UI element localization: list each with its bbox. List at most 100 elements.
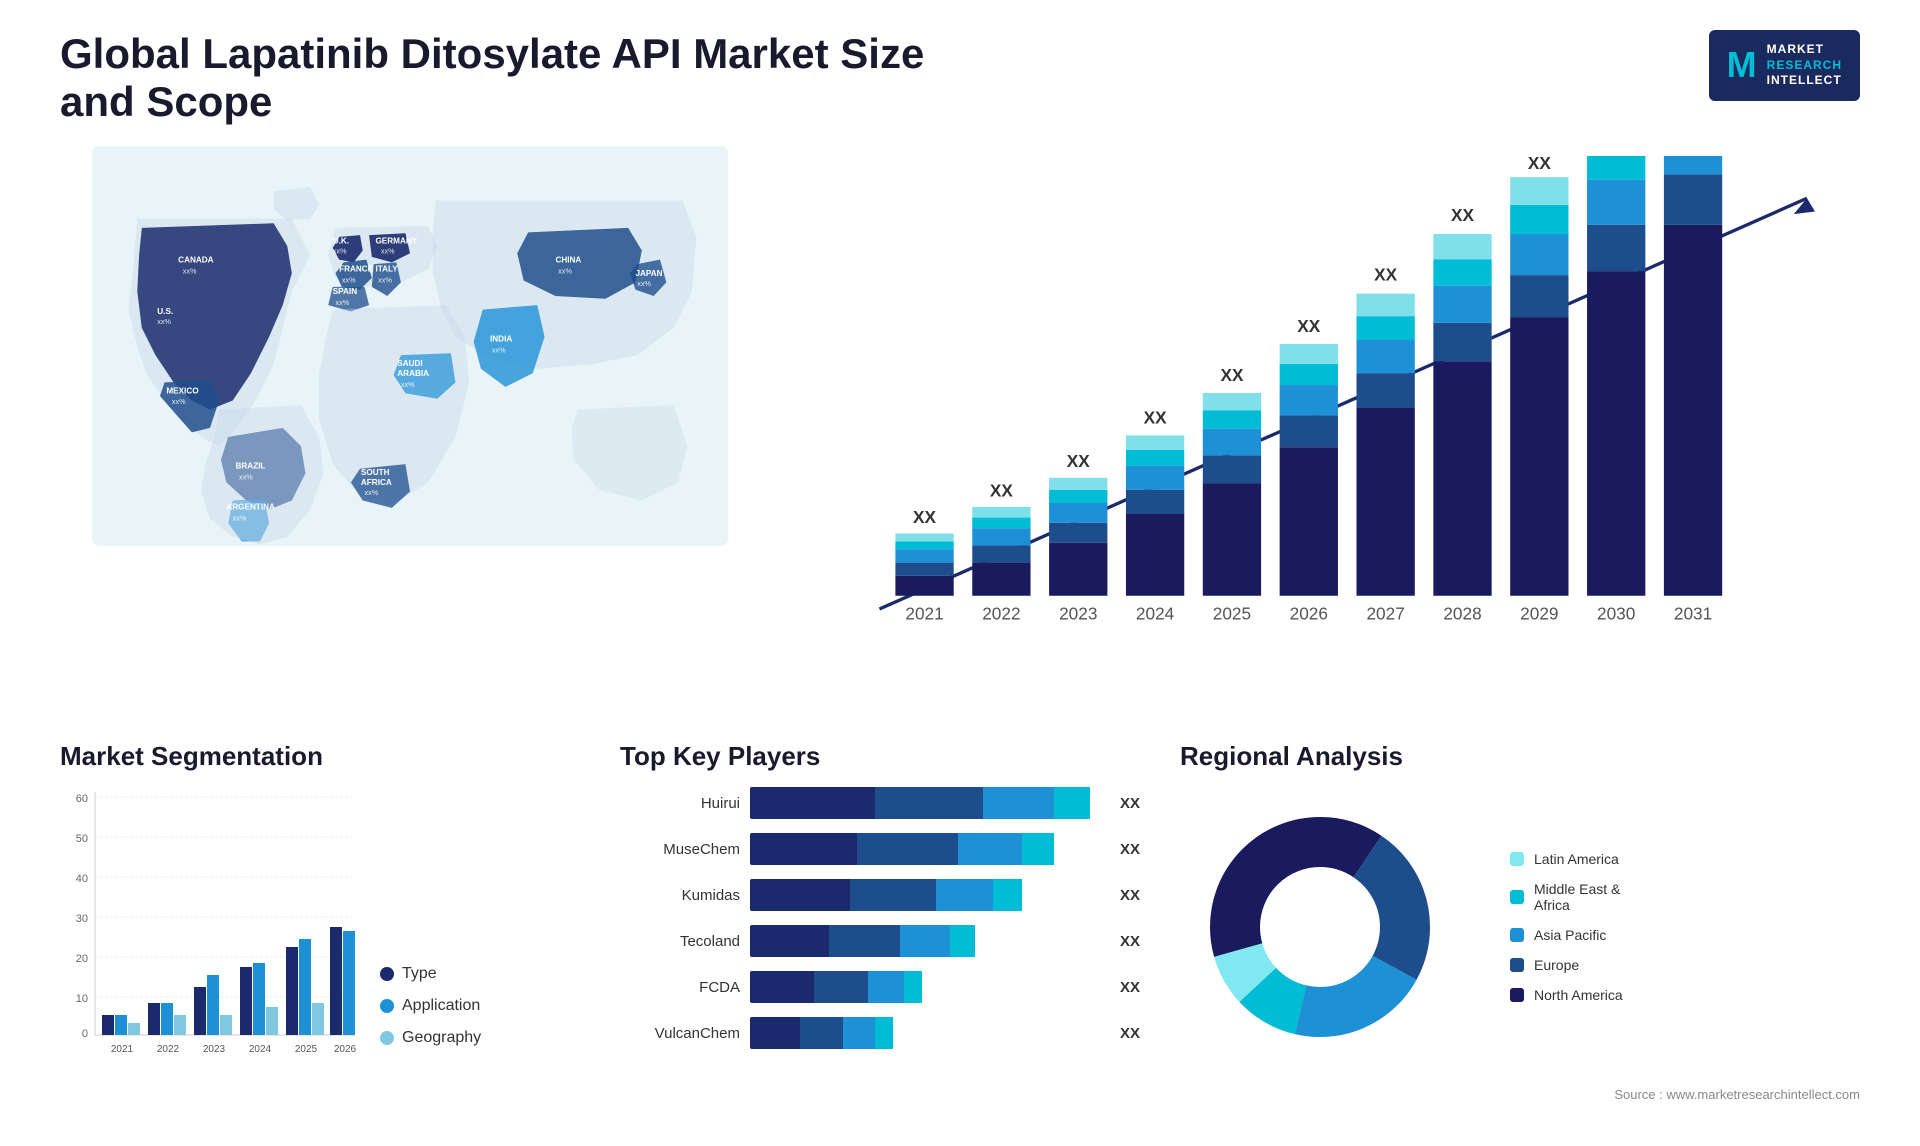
player-name: Tecoland — [620, 933, 740, 950]
svg-text:CHINA: CHINA — [555, 255, 581, 264]
player-value: XX — [1120, 979, 1140, 996]
bottom-row: Market Segmentation 60 50 40 30 20 10 0 — [60, 741, 1860, 1102]
regional-content: Latin America Middle East &Africa Asia P… — [1180, 787, 1860, 1067]
player-name: MuseChem — [620, 841, 740, 858]
player-bar-segment — [843, 1017, 875, 1049]
player-bar-segment — [829, 925, 901, 957]
svg-text:2029: 2029 — [1520, 604, 1558, 624]
svg-text:SAUDI: SAUDI — [397, 359, 422, 368]
svg-text:XX: XX — [1144, 408, 1167, 428]
player-bar-segment — [750, 833, 857, 865]
player-bar-segment — [993, 879, 1022, 911]
svg-text:XX: XX — [1374, 264, 1397, 284]
seg-chart-svg: 60 50 40 30 20 10 0 — [60, 787, 360, 1067]
player-bar-segment — [900, 925, 950, 957]
player-bar — [750, 925, 1102, 957]
svg-text:XX: XX — [1067, 451, 1090, 471]
player-bar-segment — [857, 833, 957, 865]
map-section: CANADA xx% U.S. xx% MEXICO xx% BRAZIL xx… — [60, 146, 760, 566]
svg-text:MEXICO: MEXICO — [166, 386, 199, 395]
svg-text:XX: XX — [1297, 316, 1320, 336]
player-bar — [750, 879, 1102, 911]
svg-text:2028: 2028 — [1443, 604, 1481, 624]
svg-text:SOUTH: SOUTH — [361, 468, 390, 477]
seg-chart: 60 50 40 30 20 10 0 — [60, 787, 360, 1067]
type-label: Type — [402, 965, 437, 983]
player-bar-segment — [875, 787, 982, 819]
player-row: MuseChem XX — [620, 833, 1140, 865]
regional-section: Regional Analysis — [1180, 741, 1860, 1102]
player-bar-segment — [750, 1017, 800, 1049]
player-value: XX — [1120, 795, 1140, 812]
svg-text:ITALY: ITALY — [375, 264, 398, 273]
svg-text:2021: 2021 — [111, 1044, 134, 1055]
player-bar — [750, 833, 1102, 865]
player-value: XX — [1120, 841, 1140, 858]
player-row: HuiruiXX — [620, 787, 1140, 819]
svg-text:2023: 2023 — [203, 1044, 226, 1055]
svg-text:60: 60 — [76, 793, 88, 805]
svg-text:GERMANY: GERMANY — [375, 236, 417, 245]
legend-mea: Middle East &Africa — [1510, 881, 1623, 913]
page-container: Global Lapatinib Ditosylate API Market S… — [0, 0, 1920, 1146]
svg-text:2024: 2024 — [249, 1044, 272, 1055]
player-value: XX — [1120, 887, 1140, 904]
svg-text:2031: 2031 — [1674, 604, 1712, 624]
segmentation-title: Market Segmentation — [60, 741, 580, 772]
player-row: FCDA XX — [620, 971, 1140, 1003]
legend-apac: Asia Pacific — [1510, 927, 1623, 943]
player-name: VulcanChem — [620, 1025, 740, 1042]
apac-label: Asia Pacific — [1534, 927, 1606, 943]
donut-svg — [1180, 787, 1460, 1067]
player-bar-segment — [958, 833, 1022, 865]
svg-text:U.K.: U.K. — [333, 236, 349, 245]
svg-text:xx%: xx% — [381, 246, 395, 255]
svg-text:xx%: xx% — [333, 246, 347, 255]
player-bar-segment — [850, 879, 936, 911]
legend-geography: Geography — [380, 1029, 481, 1047]
logo-area: M MARKETRESEARCHINTELLECT — [1709, 30, 1860, 101]
legend-north-america: North America — [1510, 987, 1623, 1003]
player-name: FCDA — [620, 979, 740, 996]
players-section: Top Key Players HuiruiXXMuseChemXXKumida… — [620, 741, 1140, 1102]
svg-text:AFRICA: AFRICA — [361, 478, 392, 487]
svg-text:20: 20 — [76, 953, 88, 965]
mea-dot — [1510, 890, 1524, 904]
top-row: CANADA xx% U.S. xx% MEXICO xx% BRAZIL xx… — [60, 146, 1860, 701]
player-bar-container — [750, 1017, 1102, 1049]
svg-text:JAPAN: JAPAN — [635, 269, 662, 278]
player-bar-segment — [950, 925, 975, 957]
source-text: Source : www.marketresearchintellect.com — [1180, 1087, 1860, 1102]
svg-text:2022: 2022 — [982, 604, 1020, 624]
player-row: Tecoland XX — [620, 925, 1140, 957]
svg-text:xx%: xx% — [239, 473, 253, 482]
europe-dot — [1510, 958, 1524, 972]
player-bar-segment — [868, 971, 904, 1003]
svg-text:CANADA: CANADA — [178, 255, 214, 264]
player-bar-segment — [750, 971, 814, 1003]
legend-europe: Europe — [1510, 957, 1623, 973]
svg-text:50: 50 — [76, 833, 88, 845]
player-bar-segment — [904, 971, 922, 1003]
svg-text:xx%: xx% — [637, 279, 651, 288]
svg-text:10: 10 — [76, 993, 88, 1005]
header: Global Lapatinib Ditosylate API Market S… — [60, 30, 1860, 126]
svg-text:XX: XX — [990, 480, 1013, 500]
player-bar-segment — [1022, 833, 1054, 865]
svg-text:XX: XX — [1451, 205, 1474, 225]
player-value: XX — [1120, 933, 1140, 950]
seg-legend: Type Application Geography — [380, 965, 481, 1067]
player-bar-segment — [750, 925, 829, 957]
player-value: XX — [1120, 1025, 1140, 1042]
bar-chart-svg: XX 2021 XX 2022 — [800, 156, 1860, 691]
regional-legend: Latin America Middle East &Africa Asia P… — [1510, 851, 1623, 1003]
mea-label: Middle East &Africa — [1534, 881, 1620, 913]
north-america-label: North America — [1534, 987, 1623, 1003]
legend-application: Application — [380, 997, 481, 1015]
players-title: Top Key Players — [620, 741, 1140, 772]
svg-text:2030: 2030 — [1597, 604, 1635, 624]
svg-text:xx%: xx% — [492, 345, 506, 354]
europe-label: Europe — [1534, 957, 1579, 973]
svg-text:2021: 2021 — [905, 604, 943, 624]
svg-text:xx%: xx% — [233, 514, 247, 523]
